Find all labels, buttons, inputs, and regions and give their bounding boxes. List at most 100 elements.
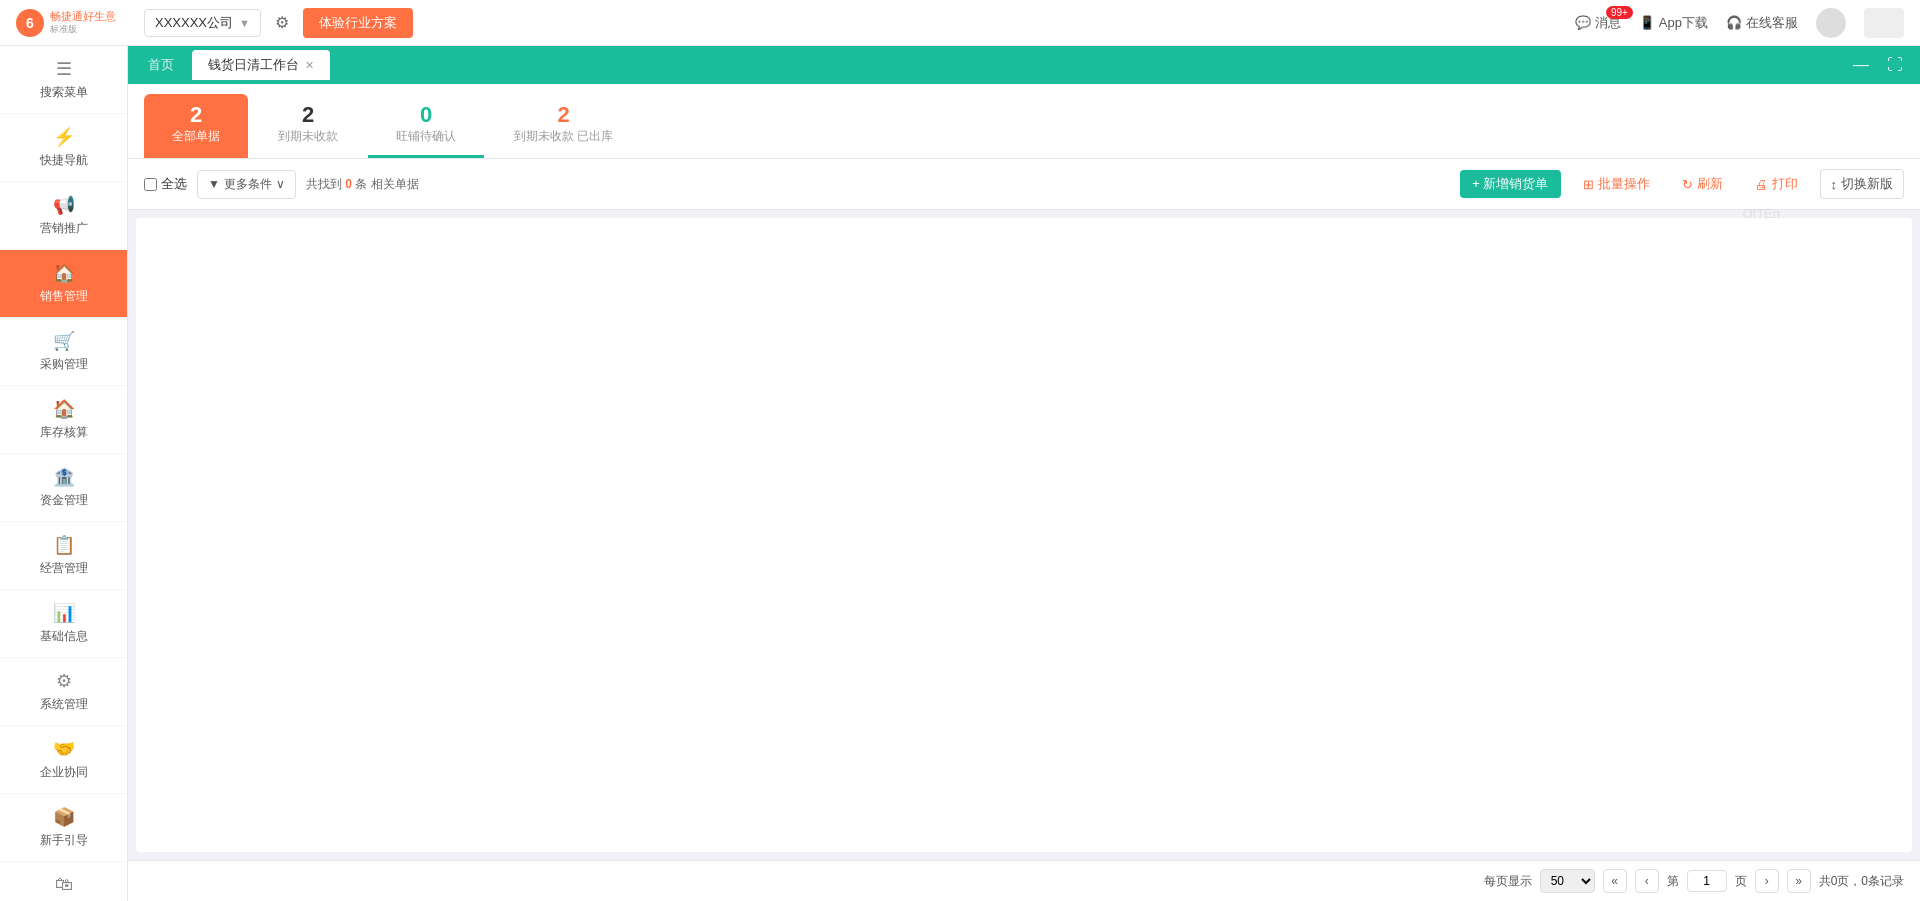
sidebar-label-guide: 新手引导 [40,832,88,849]
guide-icon: 📦 [53,806,75,828]
sidebar-item-system[interactable]: ⚙ 系统管理 [0,658,127,726]
toolbar-right: + 新增销货单 ⊞ 批量操作 ↻ 刷新 🖨 打印 ↕ [1460,169,1904,199]
sidebar-item-inventory[interactable]: 🏠 库存核算 [0,386,127,454]
tab-home-label: 首页 [148,56,174,74]
new-sale-button[interactable]: + 新增销货单 [1460,170,1560,198]
page-number-input[interactable] [1687,870,1727,892]
chevron-down-icon: ▼ [239,17,250,29]
table-area [136,218,1912,852]
stat-tab-wangpu[interactable]: 0 旺铺待确认 [368,94,484,158]
next-page-button[interactable]: › [1755,869,1779,893]
message-btn[interactable]: 💬 消息 99+ [1575,14,1621,32]
online-service-btn[interactable]: 🎧 在线客服 [1726,14,1798,32]
service-icon: 🎧 [1726,15,1742,30]
batch-label: 批量操作 [1598,175,1650,193]
page-suffix: 页 [1735,873,1747,890]
filter-icon: ▼ [208,177,220,191]
topbar: 6 畅捷通好生意 标准版 XXXXXX公司 ▼ ⚙ 体验行业方案 💬 消息 99… [0,0,1920,46]
switch-icon: ↕ [1831,177,1838,192]
purchase-icon: 🛒 [53,330,75,352]
match-suffix: 相关单据 [371,177,419,191]
filter-label: 更多条件 [224,176,272,193]
company-selector[interactable]: XXXXXX公司 ▼ [144,9,261,37]
content-area: 首页 钱货日清工作台 ✕ — ⛶ 2 全部单据 2 到期未收款 [128,46,1920,901]
batch-icon: ⊞ [1583,177,1594,192]
per-page-label: 每页显示 [1484,873,1532,890]
app-center-icon: 🛍 [55,874,73,895]
quick-nav-icon: ⚡ [53,126,75,148]
switch-label: 切换新版 [1841,175,1893,193]
sidebar-item-sales[interactable]: 🏠 销售管理 [0,250,127,318]
sidebar-item-marketing[interactable]: 📢 营销推广 [0,182,127,250]
sidebar-label-basic-info: 基础信息 [40,628,88,645]
sidebar-label-purchase: 采购管理 [40,356,88,373]
logo-area: 6 畅捷通好生意 标准版 [16,9,144,37]
switch-version-button[interactable]: ↕ 切换新版 [1820,169,1905,199]
filter-button[interactable]: ▼ 更多条件 ∨ [197,170,296,199]
select-all-input[interactable] [144,178,157,191]
stat-label-wangpu: 旺铺待确认 [396,128,456,145]
sidebar-item-guide[interactable]: 📦 新手引导 [0,794,127,862]
sidebar-label-operation: 经营管理 [40,560,88,577]
print-button[interactable]: 🖨 打印 [1745,170,1808,198]
toolbar: 全选 ▼ 更多条件 ∨ 共找到 0 条 相关单据 + 新增销货单 ⊞ [128,159,1920,210]
tab-bar: 首页 钱货日清工作台 ✕ — ⛶ [128,46,1920,84]
sidebar-item-capital[interactable]: 🏦 资金管理 [0,454,127,522]
app-download-btn[interactable]: 📱 App下载 [1639,14,1708,32]
avatar[interactable] [1816,8,1846,38]
sidebar-item-quick-nav[interactable]: ⚡ 快捷导航 [0,114,127,182]
capital-icon: 🏦 [53,466,75,488]
sidebar-item-app-center[interactable]: 🛍 应用中心 [0,862,127,901]
last-page-button[interactable]: » [1787,869,1811,893]
logo-text: 畅捷通好生意 [50,9,116,23]
main-layout: ☰ 搜索菜单 ⚡ 快捷导航 📢 营销推广 🏠 销售管理 🛒 采购管理 🏠 库存核… [0,46,1920,901]
tab-cashflow[interactable]: 钱货日清工作台 ✕ [192,50,330,80]
logo-icon: 6 [16,9,44,37]
stat-label-all: 全部单据 [172,128,220,145]
select-all-label: 全选 [161,175,187,193]
match-prefix: 共找到 [306,177,342,191]
stat-tab-all[interactable]: 2 全部单据 [144,94,248,158]
inventory-icon: 🏠 [53,398,75,420]
first-page-button[interactable]: « [1603,869,1627,893]
batch-button[interactable]: ⊞ 批量操作 [1573,170,1660,198]
tab-home[interactable]: 首页 [132,50,190,80]
stat-tab-unshipped[interactable]: 2 到期未收款 已出库 [486,94,641,158]
sidebar-label-capital: 资金管理 [40,492,88,509]
company-name: XXXXXX公司 [155,14,233,32]
user-menu[interactable] [1864,8,1904,38]
match-unit: 条 [355,177,367,191]
stat-tab-overdue[interactable]: 2 到期未收款 [250,94,366,158]
online-service-label: 在线客服 [1746,14,1798,32]
sidebar-label-marketing: 营销推广 [40,220,88,237]
sidebar-item-basic-info[interactable]: 📊 基础信息 [0,590,127,658]
per-page-select[interactable]: 50 20 100 [1540,869,1595,893]
sidebar-label-inventory: 库存核算 [40,424,88,441]
topbar-right: 💬 消息 99+ 📱 App下载 🎧 在线客服 [1575,8,1904,38]
stat-num-all: 2 [190,102,202,128]
logo-badge: 标准版 [50,23,116,36]
sidebar-item-purchase[interactable]: 🛒 采购管理 [0,318,127,386]
sidebar-item-enterprise[interactable]: 🤝 企业协同 [0,726,127,794]
sidebar-item-search-menu[interactable]: ☰ 搜索菜单 [0,46,127,114]
sidebar-label-system: 系统管理 [40,696,88,713]
settings-icon[interactable]: ⚙ [271,9,293,36]
tab-minimize-icon[interactable]: — [1848,52,1874,78]
select-all-checkbox[interactable]: 全选 [144,175,187,193]
app-download-label: App下载 [1659,14,1708,32]
page-label: 第 [1667,873,1679,890]
refresh-icon: ↻ [1682,177,1693,192]
message-icon: 💬 [1575,15,1591,30]
match-count: 0 [345,177,352,191]
sidebar-item-operation[interactable]: 📋 经营管理 [0,522,127,590]
refresh-button[interactable]: ↻ 刷新 [1672,170,1733,198]
tab-close-icon[interactable]: ✕ [305,59,314,72]
tab-expand-icon[interactable]: ⛶ [1882,52,1908,78]
basic-info-icon: 📊 [53,602,75,624]
print-icon: 🖨 [1755,177,1768,192]
trial-button[interactable]: 体验行业方案 [303,8,413,38]
prev-page-button[interactable]: ‹ [1635,869,1659,893]
sidebar-label-enterprise: 企业协同 [40,764,88,781]
tab-cashflow-label: 钱货日清工作台 [208,56,299,74]
marketing-icon: 📢 [53,194,75,216]
